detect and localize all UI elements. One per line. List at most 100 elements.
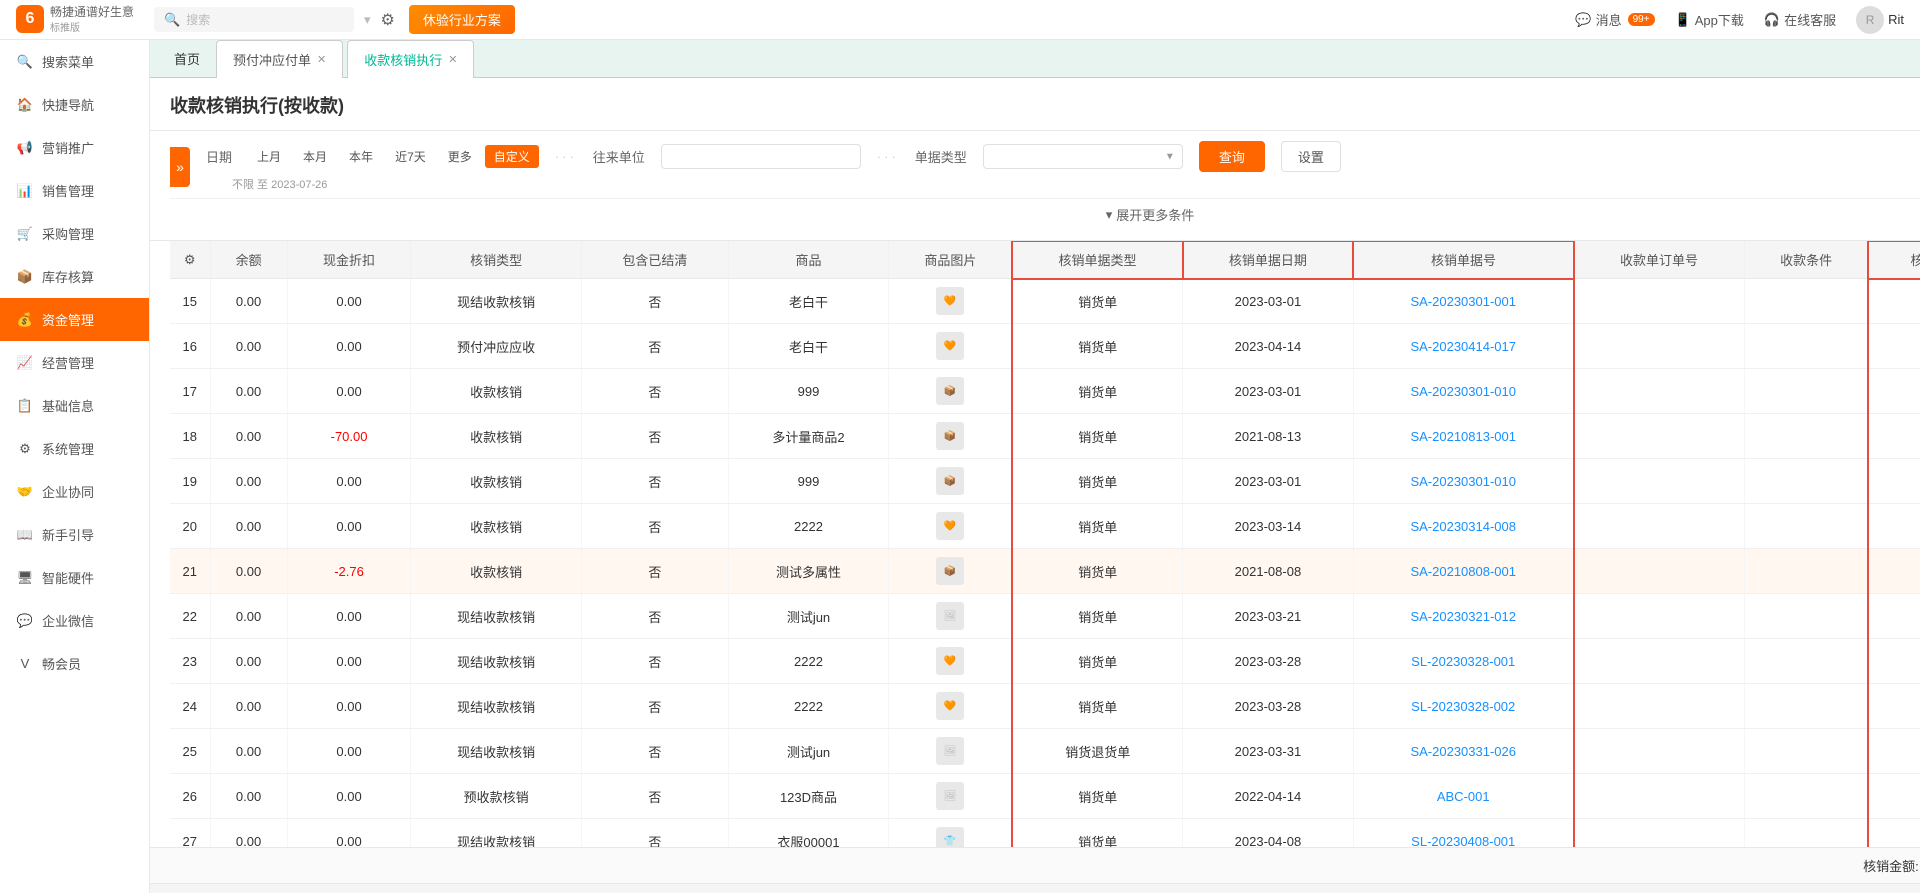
date-filter-label: 日期 xyxy=(206,147,232,166)
cell-goods-img: 🧡 xyxy=(889,684,1013,729)
dropdown-arrow-icon[interactable]: ▾ xyxy=(364,12,371,28)
bill-no-link[interactable]: SL-20230328-002 xyxy=(1411,699,1515,714)
this-month-btn[interactable]: 本月 xyxy=(294,145,336,168)
cell-bill-type: 销货单 xyxy=(1012,279,1182,324)
this-year-btn[interactable]: 本年 xyxy=(340,145,382,168)
bill-no-link[interactable]: SA-20230414-017 xyxy=(1410,339,1516,354)
bill-no-link[interactable]: SL-20230408-001 xyxy=(1411,834,1515,848)
expand-more-btn[interactable]: ▾ 展开更多条件 xyxy=(170,198,1920,230)
last-7-days-btn[interactable]: 近7天 xyxy=(386,145,435,168)
sidebar-item-finance[interactable]: 💰 资金管理 xyxy=(0,298,149,341)
table-body: 15 0.00 0.00 现结收款核销 否 老白干 🧡 销货单 2023-03-… xyxy=(170,279,1920,848)
bill-no-link[interactable]: SA-20210808-001 xyxy=(1410,564,1516,579)
username: Rit xyxy=(1888,12,1904,27)
tab-prepay[interactable]: 预付冲应付单 ✕ xyxy=(216,40,343,78)
sidebar-item-inventory[interactable]: 📦 库存核算 xyxy=(0,255,149,298)
search-menu-icon: 🔍 xyxy=(16,53,34,71)
filter-area: » 日期 上月 本月 本年 近7天 更多 自定义 ··· 往来单位 xyxy=(150,131,1920,241)
cell-balance: 0.00 xyxy=(210,324,287,369)
cell-bill-no: SA-20230321-012 xyxy=(1353,594,1574,639)
brand-line2: 标推版 xyxy=(50,19,134,34)
unit-filter-label: 往来单位 xyxy=(593,147,645,166)
user-area[interactable]: R Rit xyxy=(1856,6,1904,34)
cell-cash-discount: 0.00 xyxy=(287,459,411,504)
bill-no-link[interactable]: SA-20230301-001 xyxy=(1410,294,1516,309)
tab-prepay-close[interactable]: ✕ xyxy=(317,53,326,66)
cell-cash-discount: 0.00 xyxy=(287,324,411,369)
bill-type-select[interactable] xyxy=(983,144,1183,169)
sidebar-item-wechat[interactable]: 💬 企业微信 xyxy=(0,599,149,642)
cell-verify-amount: -2,430.00 xyxy=(1868,729,1920,774)
sidebar-item-marketing[interactable]: 📢 营销推广 xyxy=(0,126,149,169)
sidebar-item-system[interactable]: ⚙ 系统管理 xyxy=(0,427,149,470)
date-buttons: 上月 本月 本年 近7天 更多 自定义 xyxy=(248,145,539,168)
sidebar-item-purchase[interactable]: 🛒 采购管理 xyxy=(0,212,149,255)
cell-include-cleared: 否 xyxy=(581,324,728,369)
sidebar-item-nav[interactable]: 🏠 快捷导航 xyxy=(0,83,149,126)
more-date-btn[interactable]: 更多 xyxy=(439,145,481,168)
table-row: 26 0.00 0.00 预收款核销 否 123D商品 🖼 销货单 2022-0… xyxy=(170,774,1920,819)
cell-id: 15 xyxy=(170,279,210,324)
solution-button[interactable]: 休验行业方案 xyxy=(409,5,515,34)
sidebar-item-guide[interactable]: 📖 新手引导 xyxy=(0,513,149,556)
bill-no-link[interactable]: SA-20230321-012 xyxy=(1410,609,1516,624)
cell-bill-type: 销货单 xyxy=(1012,549,1182,594)
cell-balance: 0.00 xyxy=(210,819,287,848)
col-settings[interactable]: ⚙ xyxy=(170,241,210,279)
query-button[interactable]: 查询 xyxy=(1199,141,1265,172)
cell-goods: 测试jun xyxy=(728,594,888,639)
purchase-icon: 🛒 xyxy=(16,225,34,243)
online-service-item[interactable]: 🎧 在线客服 xyxy=(1764,10,1836,29)
cell-receipt-order xyxy=(1574,279,1744,324)
sidebar-item-hardware[interactable]: 🖥 智能硬件 xyxy=(0,556,149,599)
cell-goods: 2222 xyxy=(728,639,888,684)
cell-cash-discount: 0.00 xyxy=(287,684,411,729)
bill-no-link[interactable]: SA-20230331-026 xyxy=(1410,744,1516,759)
tab-verify-close[interactable]: ✕ xyxy=(448,53,457,66)
sidebar-item-sales[interactable]: 📊 销售管理 xyxy=(0,169,149,212)
cell-bill-date: 2023-03-01 xyxy=(1183,369,1353,414)
bill-no-link[interactable]: SA-20210813-001 xyxy=(1410,429,1516,444)
table-row: 27 0.00 0.00 现结收款核销 否 衣服00001 👕 销货单 2023… xyxy=(170,819,1920,848)
sidebar-item-label: 资金管理 xyxy=(42,310,94,329)
last-month-btn[interactable]: 上月 xyxy=(248,145,290,168)
cell-include-cleared: 否 xyxy=(581,549,728,594)
horizontal-scrollbar[interactable] xyxy=(150,883,1920,893)
sidebar-item-basics[interactable]: 📋 基础信息 xyxy=(0,384,149,427)
settings-gear-icon[interactable]: ⚙ xyxy=(381,10,395,30)
cell-verify-amount: 100.00 xyxy=(1868,819,1920,848)
unit-filter-input[interactable] xyxy=(661,144,861,169)
sidebar-item-label: 经营管理 xyxy=(42,353,94,372)
sidebar-item-member[interactable]: V 畅会员 xyxy=(0,642,149,685)
online-service-label: 在线客服 xyxy=(1784,10,1836,29)
table-row: 18 0.00 -70.00 收款核销 否 多计量商品2 📦 销货单 2021-… xyxy=(170,414,1920,459)
message-item[interactable]: 💬 消息 99+ xyxy=(1575,10,1654,29)
cell-bill-no: SA-20230414-017 xyxy=(1353,324,1574,369)
custom-date-btn[interactable]: 自定义 xyxy=(485,145,539,168)
sidebar-item-search[interactable]: 🔍 搜索菜单 xyxy=(0,40,149,83)
cell-bill-no: SA-20230331-026 xyxy=(1353,729,1574,774)
tab-verify[interactable]: 收款核销执行 ✕ xyxy=(347,40,474,78)
brand-line1: 畅捷通谱好生意 xyxy=(50,5,134,19)
bill-no-link[interactable]: SA-20230301-010 xyxy=(1410,474,1516,489)
table-container[interactable]: ⚙ 余额 现金折扣 核销类型 包含已结清 商品 商品图片 核销单据类型 核销单据… xyxy=(150,241,1920,847)
cell-cash-discount: 0.00 xyxy=(287,639,411,684)
tab-home[interactable]: 首页 xyxy=(158,40,216,78)
bill-no-link[interactable]: SA-20230314-008 xyxy=(1410,519,1516,534)
cell-bill-date: 2023-04-14 xyxy=(1183,324,1353,369)
sidebar-item-collab[interactable]: 🤝 企业协同 xyxy=(0,470,149,513)
bill-no-link[interactable]: SL-20230328-001 xyxy=(1411,654,1515,669)
sidebar-item-operations[interactable]: 📈 经营管理 xyxy=(0,341,149,384)
bill-no-link[interactable]: SA-20230301-010 xyxy=(1410,384,1516,399)
table-row: 22 0.00 0.00 现结收款核销 否 测试jun 🖼 销货单 2023-0… xyxy=(170,594,1920,639)
topbar-search[interactable]: 🔍 搜索 xyxy=(154,7,354,32)
setting-button[interactable]: 设置 xyxy=(1281,141,1341,172)
bill-no-link[interactable]: ABC-001 xyxy=(1437,789,1490,804)
expand-icon: ▾ xyxy=(1106,207,1113,223)
app-download-item[interactable]: 📱 App下载 xyxy=(1675,10,1744,29)
col-verify-amount: 核销金额 xyxy=(1868,241,1920,279)
marketing-icon: 📢 xyxy=(16,139,34,157)
filter-expand-button[interactable]: » xyxy=(170,147,190,187)
cell-id: 26 xyxy=(170,774,210,819)
user-avatar: R xyxy=(1856,6,1884,34)
